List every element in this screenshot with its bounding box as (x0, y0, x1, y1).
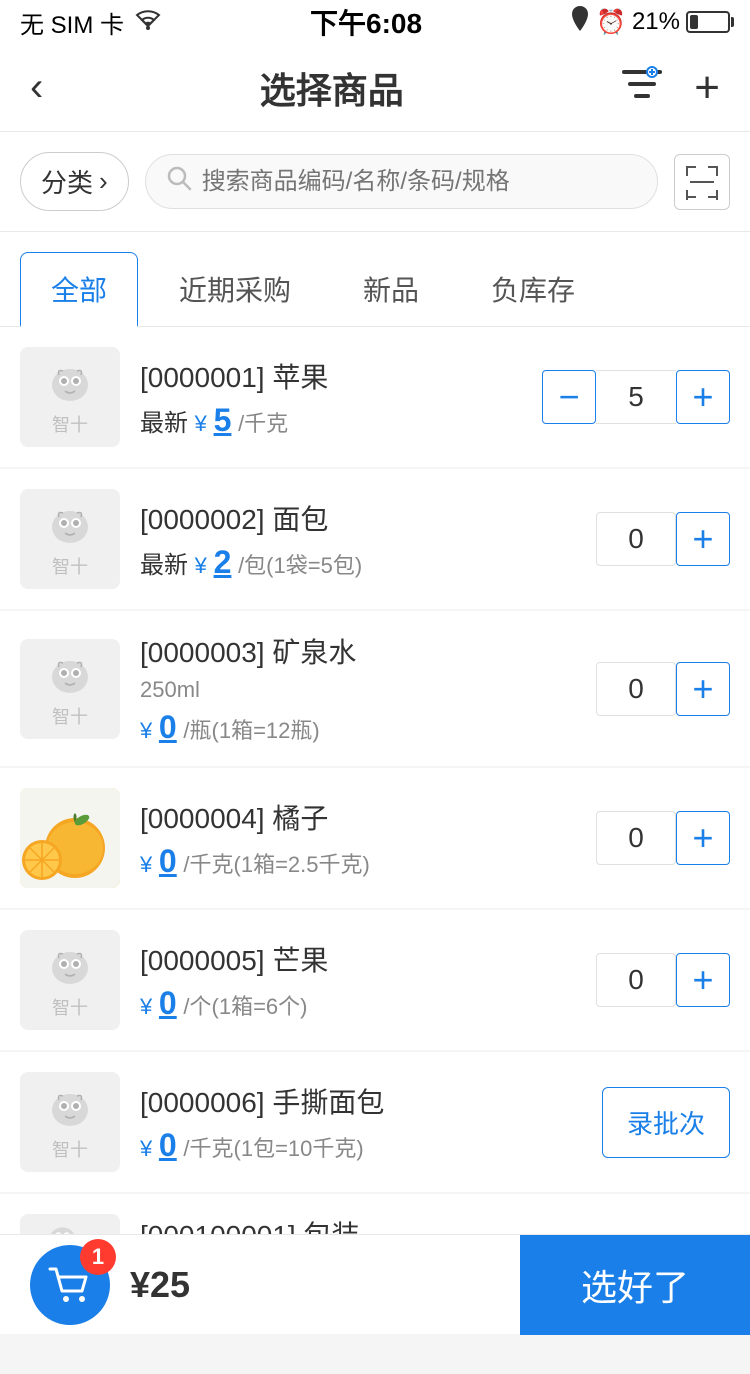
status-time: 下午6:08 (310, 2, 422, 42)
category-button[interactable]: 分类 › (20, 152, 129, 211)
price-num-3: 0 (159, 843, 177, 879)
status-bar: 无 SIM 卡 下午6:08 ⏰ 21% (0, 0, 750, 44)
category-label: 分类 (41, 163, 93, 200)
price-unit-1: /包(1袋=5包) (238, 553, 362, 578)
qty-control-0: − + (542, 370, 730, 424)
qty-control-1: + (596, 512, 730, 566)
product-image-3 (20, 788, 120, 888)
alarm-icon: ⏰ (596, 8, 626, 37)
category-chevron: › (99, 166, 108, 197)
search-box[interactable] (145, 154, 658, 209)
tab-recent[interactable]: 近期采购 (148, 252, 322, 326)
qty-control-3: + (596, 811, 730, 865)
qty-input-3[interactable] (596, 811, 676, 865)
product-name-4: [0000005] 芒果 (140, 939, 576, 979)
wifi-icon (134, 8, 162, 37)
tabs-bar: 全部 近期采购 新品 负库存 (0, 232, 750, 327)
product-image-4: 智十 (20, 930, 120, 1030)
table-row: 智十 [0000005] 芒果 ¥ 0 /个(1箱=6个) + (0, 910, 750, 1050)
product-image-5: 智十 (20, 1072, 120, 1172)
bottom-bar: 1 ¥25 选好了 (0, 1234, 750, 1334)
product-info-1: [0000002] 面包 最新 ¥ 2 /包(1袋=5包) (140, 498, 576, 581)
price-num-1: 2 (214, 544, 232, 580)
product-price-3: ¥ 0 /千克(1箱=2.5千克) (140, 843, 576, 880)
search-input[interactable] (202, 168, 637, 196)
table-row: [0000004] 橘子 ¥ 0 /千克(1箱=2.5千克) + (0, 768, 750, 908)
qty-input-0[interactable] (596, 370, 676, 424)
product-name-2: [0000003] 矿泉水 (140, 631, 576, 671)
price-unit-2: /瓶(1箱=12瓶) (183, 718, 319, 743)
product-image-0: 智十 (20, 347, 120, 447)
product-spec-2: 250ml (140, 677, 576, 703)
nav-bar: ‹ 选择商品 + (0, 44, 750, 132)
location-icon (570, 6, 590, 39)
cart-badge: 1 (80, 1239, 116, 1275)
cart-area: 1 ¥25 (0, 1245, 520, 1325)
filter-bar: 分类 › (0, 132, 750, 232)
price-label-1: 最新 (140, 552, 195, 579)
product-image-1: 智十 (20, 489, 120, 589)
product-price-4: ¥ 0 /个(1箱=6个) (140, 985, 576, 1022)
increment-button-4[interactable]: + (676, 953, 730, 1007)
cart-total: ¥25 (130, 1264, 190, 1306)
battery-percent: 21% (632, 8, 680, 36)
search-icon (166, 165, 192, 198)
cart-icon-button[interactable]: 1 (30, 1245, 110, 1325)
price-num-4: 0 (159, 985, 177, 1021)
price-unit-5: /千克(1包=10千克) (183, 1136, 363, 1161)
qty-input-4[interactable] (596, 953, 676, 1007)
table-row: 智十 [0000002] 面包 最新 ¥ 2 /包(1袋=5包) + (0, 469, 750, 609)
price-num-0: 5 (214, 402, 232, 438)
product-list: 智十 [0000001] 苹果 最新 ¥ 5 /千克 − + (0, 327, 750, 1374)
qty-input-2[interactable] (596, 662, 676, 716)
record-batch-button[interactable]: 录批次 (602, 1087, 730, 1158)
carrier-label: 无 SIM 卡 (20, 5, 124, 40)
scan-button[interactable] (674, 154, 730, 210)
price-unit-0: /千克 (238, 411, 288, 436)
add-button[interactable]: + (694, 63, 720, 113)
status-left: 无 SIM 卡 (20, 5, 162, 40)
price-label-0: 最新 (140, 410, 195, 437)
qty-control-2: + (596, 662, 730, 716)
product-name-1: [0000002] 面包 (140, 498, 576, 538)
nav-actions: + (620, 63, 720, 113)
decrement-button-0[interactable]: − (542, 370, 596, 424)
product-info-3: [0000004] 橘子 ¥ 0 /千克(1箱=2.5千克) (140, 797, 576, 880)
table-row: 智十 [0000001] 苹果 最新 ¥ 5 /千克 − + (0, 327, 750, 467)
product-price-1: 最新 ¥ 2 /包(1袋=5包) (140, 544, 576, 581)
product-price-2: ¥ 0 /瓶(1箱=12瓶) (140, 709, 576, 746)
page-title: 选择商品 (260, 62, 404, 114)
tab-negative[interactable]: 负库存 (460, 252, 606, 326)
price-num-5: 0 (159, 1127, 177, 1163)
increment-button-3[interactable]: + (676, 811, 730, 865)
confirm-button[interactable]: 选好了 (520, 1235, 750, 1335)
product-image-2: 智十 (20, 639, 120, 739)
product-info-2: [0000003] 矿泉水 250ml ¥ 0 /瓶(1箱=12瓶) (140, 631, 576, 746)
product-price-5: ¥ 0 /千克(1包=10千克) (140, 1127, 582, 1164)
product-info-0: [0000001] 苹果 最新 ¥ 5 /千克 (140, 356, 522, 439)
product-name-0: [0000001] 苹果 (140, 356, 522, 396)
back-button[interactable]: ‹ (30, 65, 43, 110)
increment-button-2[interactable]: + (676, 662, 730, 716)
product-name-5: [0000006] 手撕面包 (140, 1081, 582, 1121)
qty-control-4: + (596, 953, 730, 1007)
product-info-4: [0000005] 芒果 ¥ 0 /个(1箱=6个) (140, 939, 576, 1022)
increment-button-0[interactable]: + (676, 370, 730, 424)
tab-new[interactable]: 新品 (332, 252, 450, 326)
product-name-3: [0000004] 橘子 (140, 797, 576, 837)
table-row: 智十 [0000006] 手撕面包 ¥ 0 /千克(1包=10千克) 录批次 (0, 1052, 750, 1192)
status-right: ⏰ 21% (570, 6, 730, 39)
qty-input-1[interactable] (596, 512, 676, 566)
product-price-0: 最新 ¥ 5 /千克 (140, 402, 522, 439)
table-row: 智十 [0000003] 矿泉水 250ml ¥ 0 /瓶(1箱=12瓶) + (0, 611, 750, 766)
product-info-5: [0000006] 手撕面包 ¥ 0 /千克(1包=10千克) (140, 1081, 582, 1164)
price-num-2: 0 (159, 709, 177, 745)
increment-button-1[interactable]: + (676, 512, 730, 566)
tab-all[interactable]: 全部 (20, 252, 138, 327)
price-unit-4: /个(1箱=6个) (183, 994, 307, 1019)
battery-icon (686, 11, 730, 33)
filter-icon[interactable] (620, 64, 664, 111)
price-unit-3: /千克(1箱=2.5千克) (183, 852, 369, 877)
